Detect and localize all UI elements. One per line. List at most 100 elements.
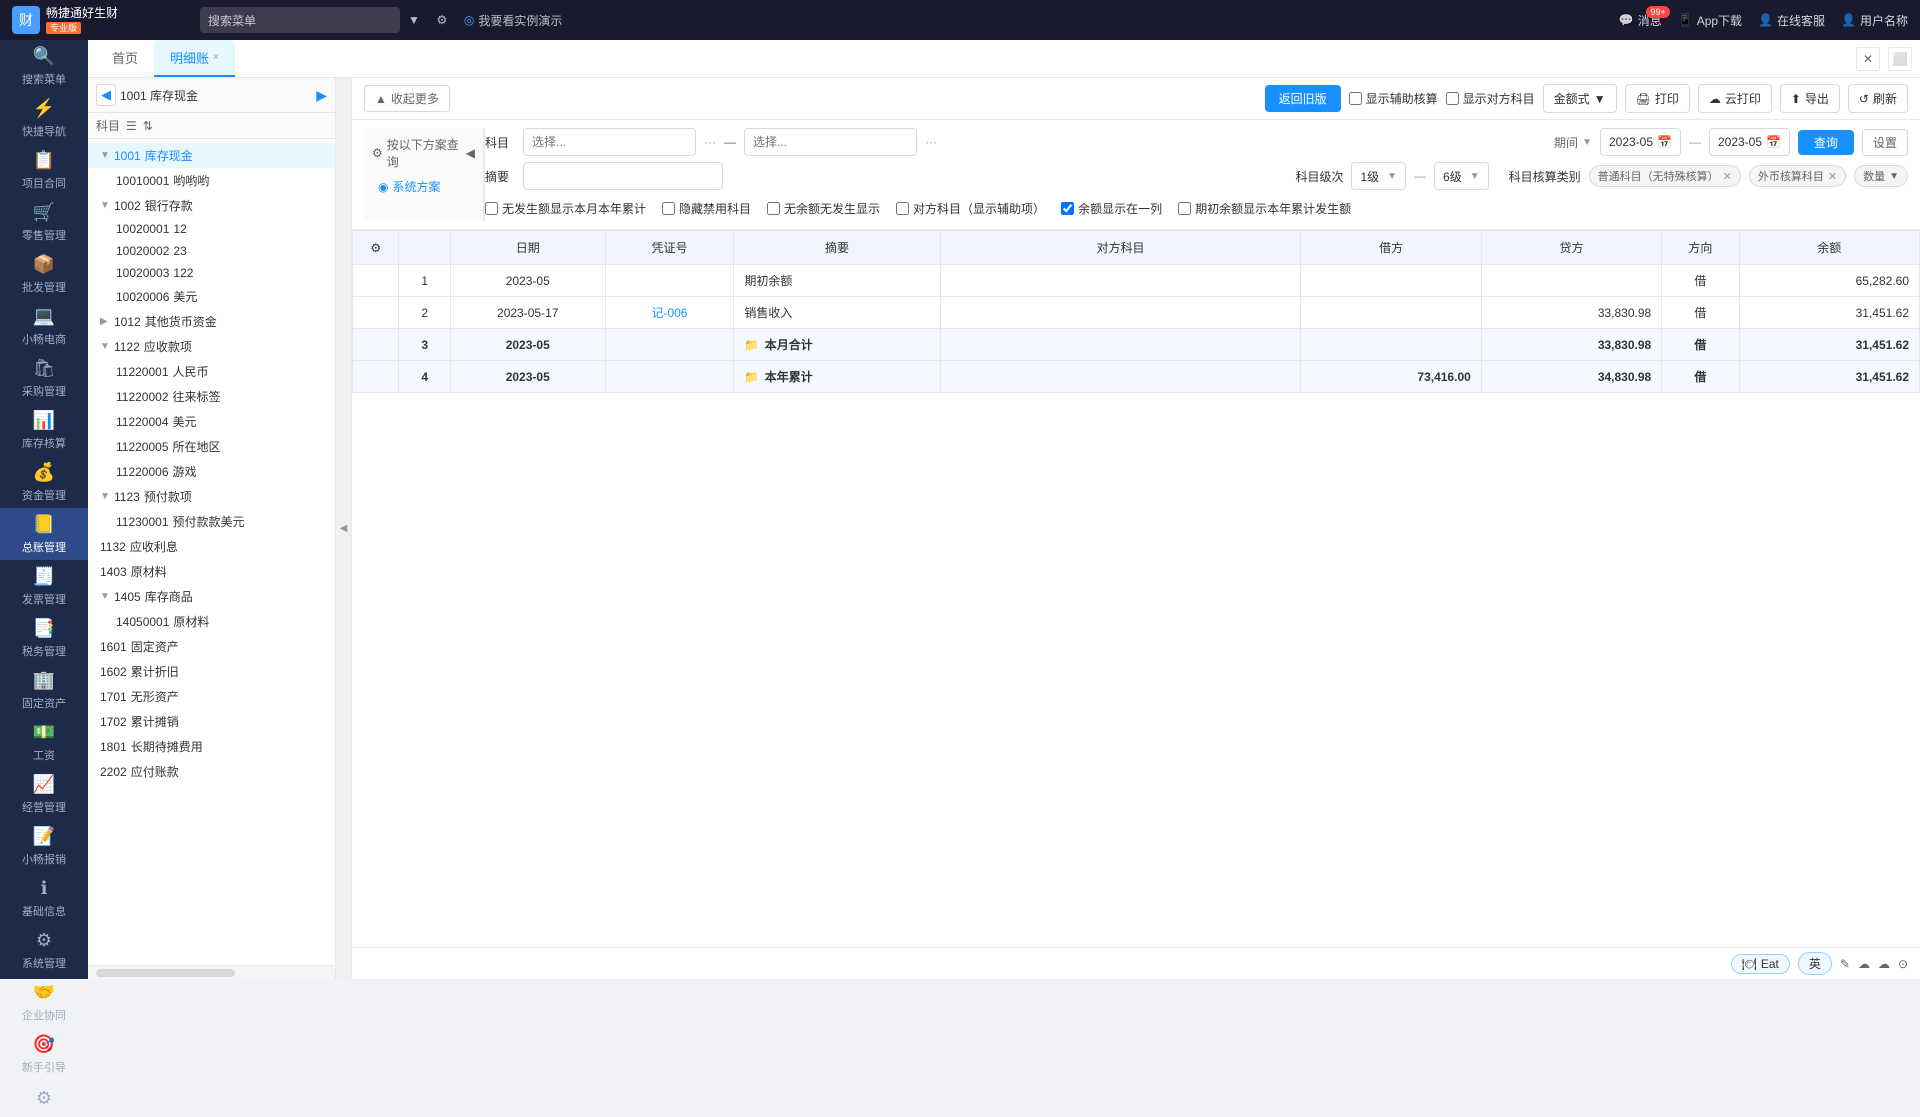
cloud-print-btn[interactable]: ☁ 云打印 [1698,84,1772,113]
tree-item-14050001[interactable]: 14050001 原材料 [88,609,335,634]
edit-icon[interactable]: ✎ [1840,957,1850,971]
tree-item-11220005[interactable]: 11220005 所在地区 [88,434,335,459]
calc-tag-1-close[interactable]: ✕ [1723,170,1732,183]
sidebar-item-ledger[interactable]: 📒 总账管理 [0,508,88,560]
tree-item-1405[interactable]: ▼ 1405 库存商品 [88,584,335,609]
sidebar-item-collab[interactable]: 🤝 企业协同 [0,976,88,1028]
tree-item-1122[interactable]: ▼ 1122 应收款项 [88,334,335,359]
notify-btn[interactable]: 💬 消息 99+ [1619,12,1662,29]
tree-item-11220006[interactable]: 11220006 游戏 [88,459,335,484]
sidebar-item-ecommerce[interactable]: 💻 小畅电商 [0,300,88,352]
scheme-option-system[interactable]: ◉ 系统方案 [372,174,475,199]
tree-item-1702[interactable]: 1702 累计摊销 [88,709,335,734]
tree-item-10020006[interactable]: 10020006 美元 [88,284,335,309]
tree-item-1001[interactable]: ▼ 1001 库存现金 [88,143,335,168]
check-no-balance-input[interactable] [767,202,780,215]
sidebar-item-search[interactable]: 🔍 搜索菜单 [0,40,88,92]
tree-item-10010001[interactable]: 10010001 哟哟哟 [88,168,335,193]
tab-close-icon[interactable]: × [213,52,219,63]
sort-icon[interactable]: ⇅ [143,119,153,133]
eat-btn[interactable]: 🍽 Eat [1731,954,1790,974]
level-start-select[interactable]: 1级 ▼ [1351,162,1406,190]
tree-item-10020002[interactable]: 10020002 23 [88,240,335,262]
check-no-balance[interactable]: 无余额无发生显示 [767,200,880,217]
prev-account-btn[interactable]: ◀ [96,84,116,106]
app-download-btn[interactable]: 📱 App下载 [1678,12,1742,29]
subject-more-icon[interactable]: ··· [704,135,716,149]
scheme-gear-icon[interactable]: ⚙ [372,146,383,160]
sidebar-item-project[interactable]: 📋 项目合同 [0,144,88,196]
subject-end-more-icon[interactable]: ··· [925,135,937,149]
expand-more-btn[interactable]: ▲ 收起更多 [364,85,450,112]
show-aux-calc-check[interactable]: 显示辅助核算 [1349,90,1438,107]
scheme-collapse-icon[interactable]: ◀ [466,146,475,160]
calc-tag-2-close[interactable]: ✕ [1828,170,1837,183]
calc-tag-3-dropdown[interactable]: ▼ [1889,171,1899,182]
tree-item-1012[interactable]: ▶ 1012 其他货币资金 [88,309,335,334]
check-hide-forbidden-input[interactable] [662,202,675,215]
setup-btn[interactable]: 设置 [1862,129,1908,156]
check-opposite-input[interactable] [896,202,909,215]
sidebar-item-purchase[interactable]: 🛍 采购管理 [0,352,88,404]
period-start-btn[interactable]: 2023-05 📅 [1600,128,1681,156]
sidebar-settings-icon[interactable]: ⚙ [36,1088,52,1109]
export-btn[interactable]: ⬆ 导出 [1780,84,1840,113]
col-gear[interactable]: ⚙ [353,231,399,265]
tree-item-1123[interactable]: ▼ 1123 预付款项 [88,484,335,509]
sidebar-item-finance[interactable]: 💰 资金管理 [0,456,88,508]
online-service-btn[interactable]: 👤 在线客服 [1758,12,1825,29]
tree-item-1701[interactable]: 1701 无形资产 [88,684,335,709]
sidebar-item-invoice[interactable]: 🧾 发票管理 [0,560,88,612]
cloud2-icon[interactable]: ☁ [1878,957,1890,971]
summary-input[interactable] [523,162,723,190]
tree-item-10020003[interactable]: 10020003 122 [88,262,335,284]
check-no-occurrence[interactable]: 无发生额显示本月本年累计 [485,200,646,217]
refresh-btn[interactable]: ↺ 刷新 [1848,84,1908,113]
check-balance-col[interactable]: 余额显示在一列 [1061,200,1162,217]
sidebar-item-system[interactable]: ⚙ 系统管理 [0,924,88,976]
tree-item-2202[interactable]: 2202 应付账款 [88,759,335,784]
tree-item-1801[interactable]: 1801 长期待摊费用 [88,734,335,759]
tree-item-11220001[interactable]: 11220001 人民币 [88,359,335,384]
tree-item-11220004[interactable]: 11220004 美元 [88,409,335,434]
list-view-icon[interactable]: ☰ [126,119,137,133]
tree-item-1403[interactable]: 1403 原材料 [88,559,335,584]
sidebar-item-mgmt[interactable]: 📈 经营管理 [0,768,88,820]
back-to-old-btn[interactable]: 返回旧版 [1265,85,1341,112]
tree-item-11230001[interactable]: 11230001 预付款款美元 [88,509,335,534]
show-aux-calc-checkbox[interactable] [1349,92,1362,105]
cloud-icon[interactable]: ☁ [1858,957,1870,971]
tree-item-1601[interactable]: 1601 固定资产 [88,634,335,659]
tab-maximize-btn[interactable]: ⬜ [1888,47,1912,71]
sidebar-item-assets[interactable]: 🏢 固定资产 [0,664,88,716]
tab-home[interactable]: 首页 [96,40,154,77]
check-opposite[interactable]: 对方科目（显示辅助项） [896,200,1045,217]
period-dropdown-icon[interactable]: ▼ [1582,137,1592,148]
tree-item-1002[interactable]: ▼ 1002 银行存款 [88,193,335,218]
check-hide-forbidden[interactable]: 隐藏禁用科目 [662,200,751,217]
sidebar-item-guide[interactable]: 🎯 新手引导 [0,1028,88,1080]
show-opposite-checkbox[interactable] [1446,92,1459,105]
v-collapse-btn[interactable]: ◀ [336,78,352,979]
sidebar-item-wholesale[interactable]: 📦 批发管理 [0,248,88,300]
tree-item-11220002[interactable]: 11220002 往来标签 [88,384,335,409]
tree-scrollbar[interactable] [96,969,235,977]
print-btn[interactable]: 🖨 打印 [1625,84,1690,113]
cell-voucher-2[interactable]: 记-006 [605,297,734,329]
check-no-occurrence-input[interactable] [485,202,498,215]
lang-btn[interactable]: 英 [1798,952,1832,975]
period-end-btn[interactable]: 2023-05 📅 [1709,128,1790,156]
next-account-btn[interactable]: ▶ [316,87,327,104]
sidebar-item-expense[interactable]: 📝 小畅报销 [0,820,88,872]
sidebar-item-quicknav[interactable]: ⚡ 快捷导航 [0,92,88,144]
sidebar-item-tax[interactable]: 📑 税务管理 [0,612,88,664]
demo-link[interactable]: ◎ 我要看实例演示 [464,12,563,29]
check-balance-col-input[interactable] [1061,202,1074,215]
search-dropdown-icon[interactable]: ▼ [408,13,420,27]
sidebar-item-basic[interactable]: ℹ 基础信息 [0,872,88,924]
tree-item-10020001[interactable]: 10020001 12 [88,218,335,240]
user-info[interactable]: 👤 用户名称 [1841,12,1908,29]
check-no-period-balance[interactable]: 期初余额显示本年累计发生额 [1178,200,1351,217]
sidebar-item-retail[interactable]: 🛒 零售管理 [0,196,88,248]
amount-style-btn[interactable]: 金额式 ▼ [1543,84,1617,113]
